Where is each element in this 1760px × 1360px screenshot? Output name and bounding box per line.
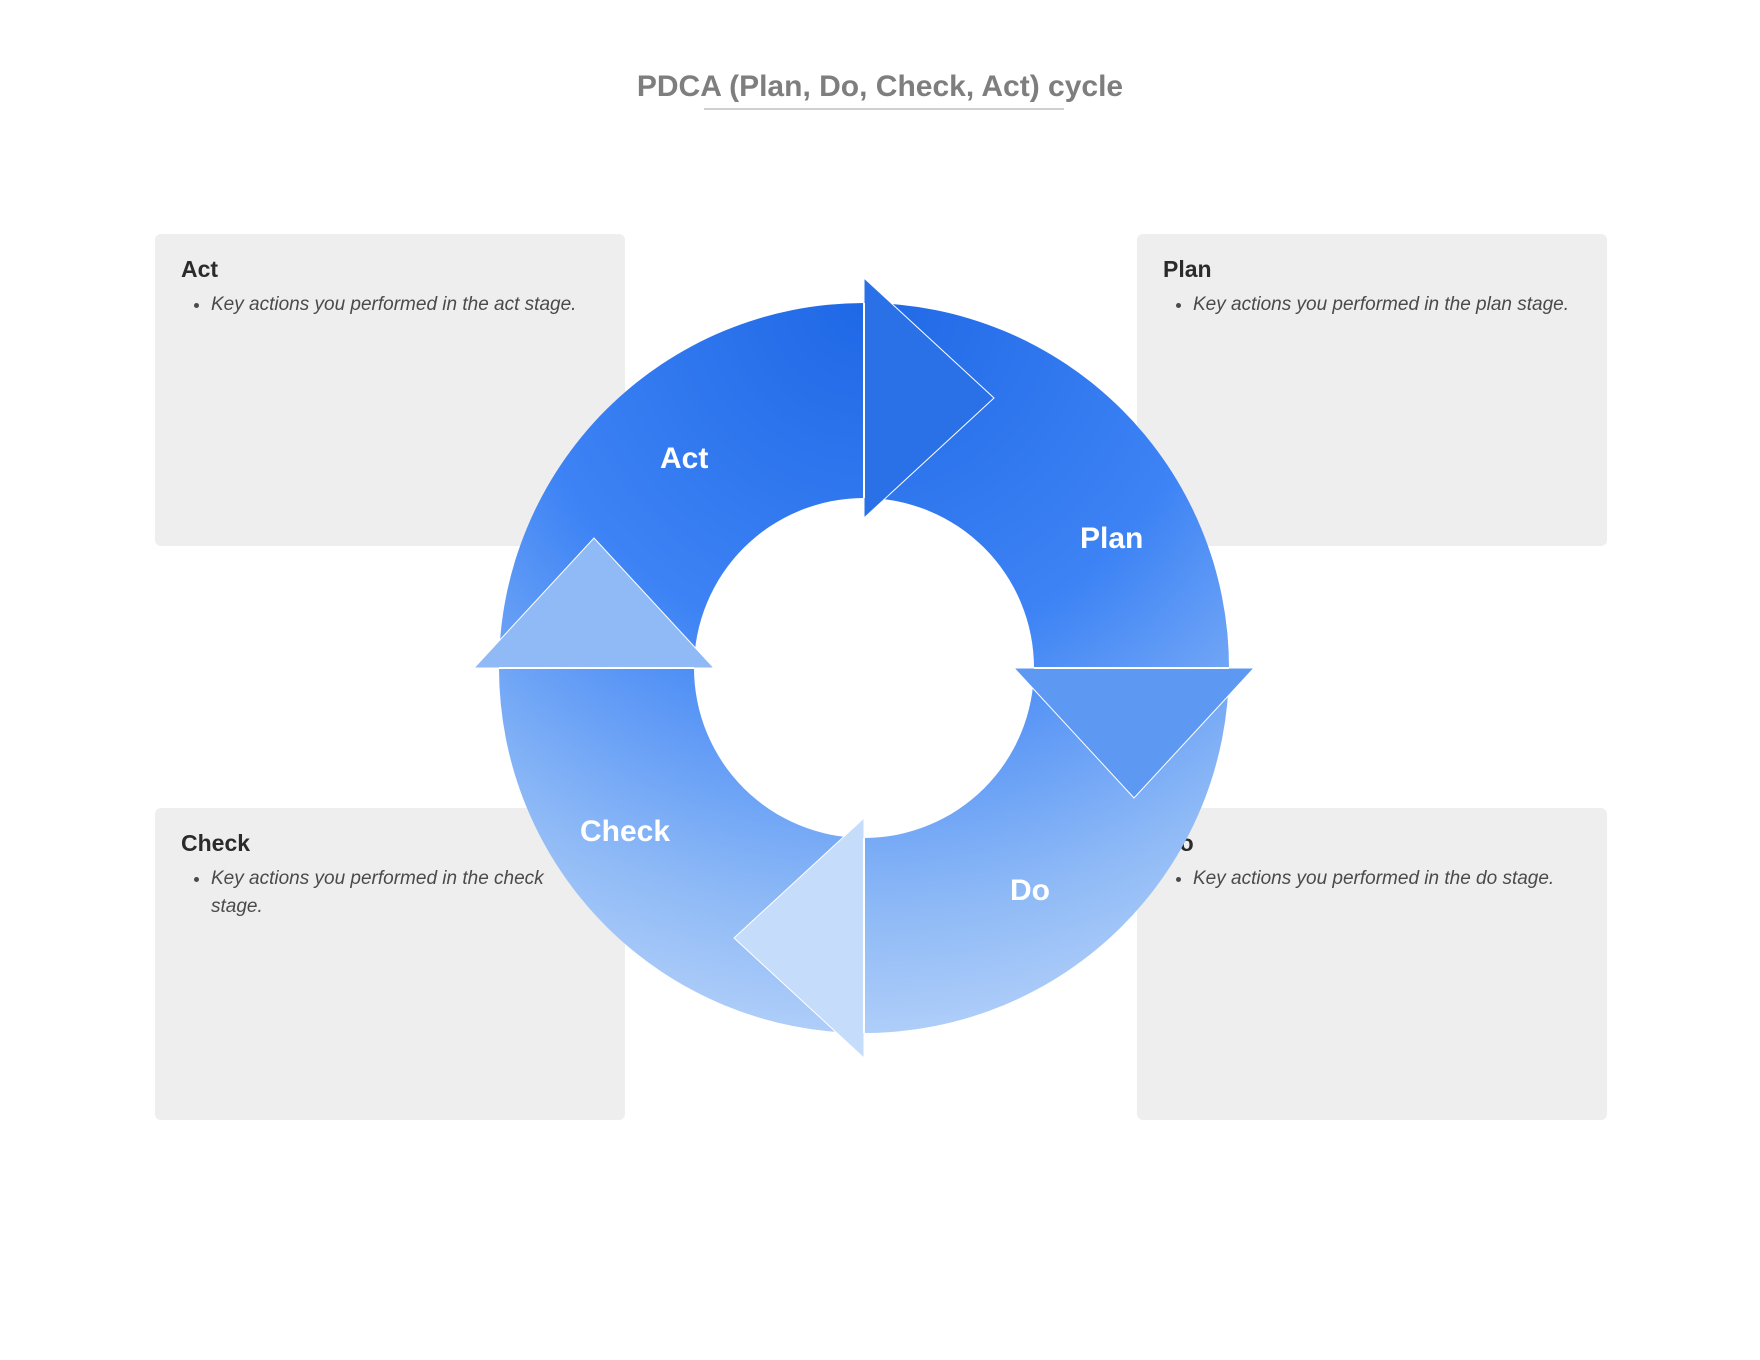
cycle-label-plan: Plan	[1080, 522, 1143, 556]
cycle-label-act: Act	[660, 442, 708, 476]
title-underline	[704, 108, 1064, 110]
cycle-arrows-icon	[464, 268, 1264, 1068]
page-title: PDCA (Plan, Do, Check, Act) cycle	[0, 70, 1760, 104]
cycle-label-do: Do	[1010, 874, 1050, 908]
cycle-label-check: Check	[580, 815, 670, 849]
pdca-diagram: PDCA (Plan, Do, Check, Act) cycle Act Ke…	[0, 0, 1760, 1360]
